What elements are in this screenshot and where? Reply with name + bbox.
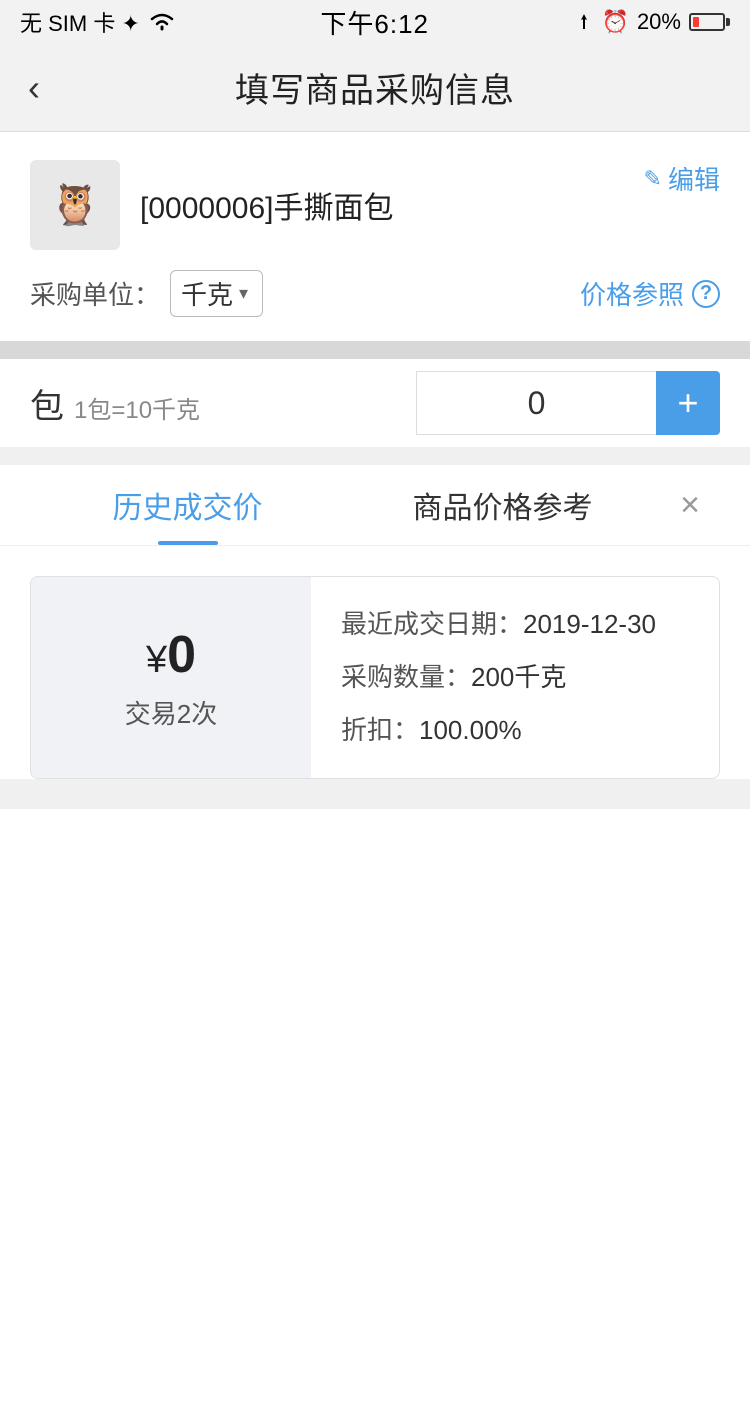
edit-icon: ✎ <box>644 166 662 192</box>
tab-close-button[interactable]: × <box>660 465 720 545</box>
price-ref-button[interactable]: 价格参照 ? <box>580 275 720 312</box>
page-title: 填写商品采购信息 <box>235 63 515 112</box>
quantity-label-section: 包 1包=10千克 <box>30 379 200 428</box>
alarm-icon: ⏰ <box>602 9 629 35</box>
date-value: 2019-12-30 <box>523 609 656 639</box>
product-icon: 🦉 <box>50 185 100 225</box>
date-label: 最近成交日期： <box>341 609 523 639</box>
battery-percent: 20% <box>637 9 681 35</box>
tab-section: 历史成交价 商品价格参考 × ¥0 交易2次 最近成交日期：2019-12-30… <box>0 465 750 779</box>
unit-value: 千克 <box>181 275 233 312</box>
qty-label: 采购数量： <box>341 662 471 692</box>
product-card: 🦉 [0000006]手撕面包 ✎ 编辑 采购单位： 千克 ▾ 价格参照 ? <box>0 132 750 341</box>
qty-unit-big: 包 <box>30 379 64 428</box>
trade-detail-discount: 折扣：100.00% <box>341 711 689 750</box>
product-id: [0000006] <box>140 192 273 225</box>
status-left: 无 SIM 卡 ✦ <box>20 6 176 38</box>
wifi-icon <box>148 11 176 33</box>
trade-card: ¥0 交易2次 最近成交日期：2019-12-30 采购数量：200千克 折扣：… <box>30 576 720 779</box>
product-left: 🦉 [0000006]手撕面包 <box>30 160 393 250</box>
price-ref-label: 价格参照 <box>580 275 684 312</box>
quantity-value: 0 <box>528 385 546 422</box>
product-bottom-row: 采购单位： 千克 ▾ 价格参照 ? <box>30 270 720 317</box>
unit-dropdown[interactable]: 千克 ▾ <box>170 270 263 317</box>
close-icon: × <box>680 486 700 525</box>
qty-detail-value: 200千克 <box>471 662 566 692</box>
trade-count: 交易2次 <box>125 694 217 731</box>
discount-label: 折扣： <box>341 715 419 745</box>
discount-value: 100.00% <box>419 715 522 745</box>
page-header: ‹ 填写商品采购信息 <box>0 44 750 132</box>
question-icon: ? <box>692 280 720 308</box>
dropdown-arrow-icon: ▾ <box>239 283 248 304</box>
quantity-input[interactable]: 0 <box>416 371 656 435</box>
sim-label: 无 SIM 卡 ✦ <box>20 6 140 38</box>
product-top-row: 🦉 [0000006]手撕面包 ✎ 编辑 <box>30 160 720 250</box>
trade-detail-qty: 采购数量：200千克 <box>341 658 689 697</box>
edit-label: 编辑 <box>668 160 720 197</box>
gray-separator <box>0 341 750 359</box>
tab-header: 历史成交价 商品价格参考 × <box>0 465 750 546</box>
trade-price-value: ¥0 <box>146 624 196 686</box>
quantity-plus-button[interactable]: + <box>656 371 720 435</box>
trade-price-section: ¥0 交易2次 <box>31 577 311 778</box>
tab-history-price[interactable]: 历史成交价 <box>30 465 345 545</box>
trade-detail-date: 最近成交日期：2019-12-30 <box>341 605 689 644</box>
location-icon <box>574 12 594 32</box>
tab1-label: 历史成交价 <box>113 483 263 527</box>
quantity-input-section: 0 + <box>416 371 720 435</box>
product-thumbnail: 🦉 <box>30 160 120 250</box>
plus-icon: + <box>677 382 698 424</box>
qty-unit-note: 1包=10千克 <box>74 390 200 425</box>
product-title: 手撕面包 <box>273 192 393 225</box>
unit-label: 采购单位： <box>30 275 160 312</box>
quantity-row: 包 1包=10千克 0 + <box>0 359 750 447</box>
back-button[interactable]: ‹ <box>28 67 40 109</box>
status-right: ⏰ 20% <box>574 9 730 35</box>
status-time: 下午6:12 <box>320 4 429 41</box>
trade-yen-symbol: ¥ <box>146 639 167 681</box>
battery-icon <box>689 13 730 31</box>
unit-section: 采购单位： 千克 ▾ <box>30 270 263 317</box>
product-name: [0000006]手撕面包 <box>140 183 393 227</box>
trade-price-number: 0 <box>167 626 196 684</box>
edit-button[interactable]: ✎ 编辑 <box>644 160 720 197</box>
trade-details-section: 最近成交日期：2019-12-30 采购数量：200千克 折扣：100.00% <box>311 577 719 778</box>
tab-price-ref[interactable]: 商品价格参考 <box>345 465 660 545</box>
bottom-space <box>0 809 750 1409</box>
status-bar: 无 SIM 卡 ✦ 下午6:12 ⏰ 20% <box>0 0 750 44</box>
tab2-label: 商品价格参考 <box>413 483 593 527</box>
